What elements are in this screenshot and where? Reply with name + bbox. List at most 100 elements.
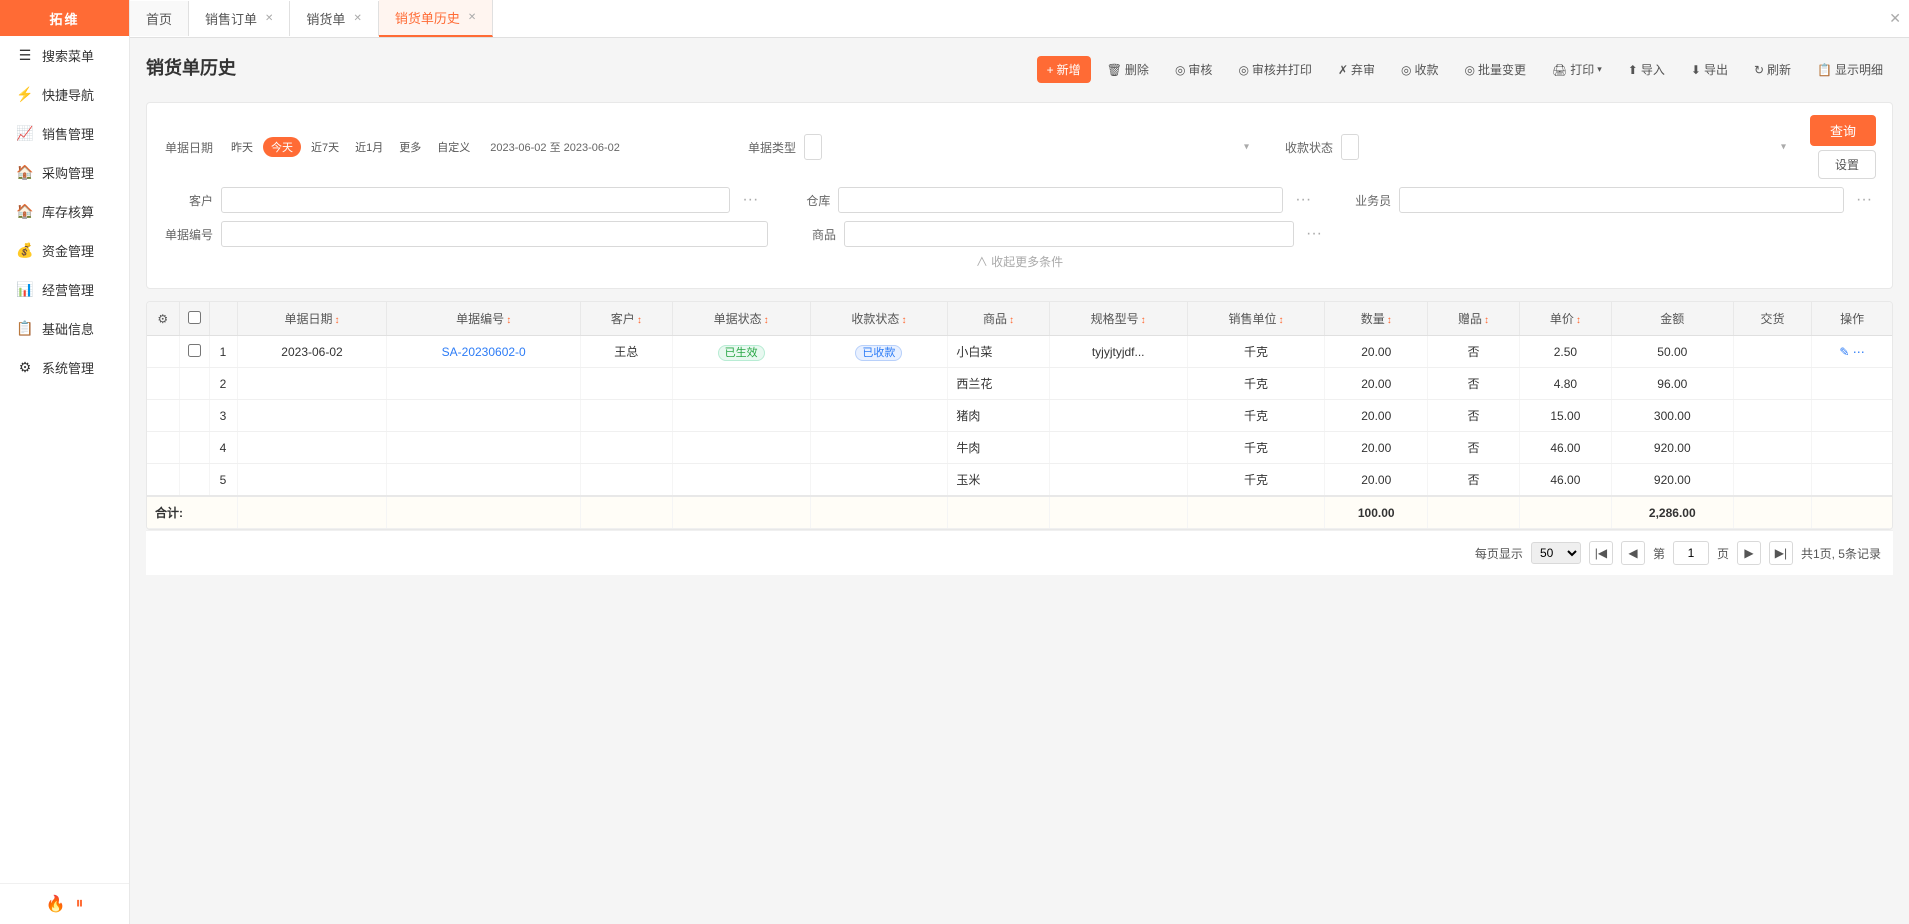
- row-checkbox[interactable]: [188, 344, 201, 357]
- sidebar-item-sales-mgmt[interactable]: 📈 销售管理: [0, 114, 129, 153]
- goods-input[interactable]: [844, 221, 1294, 247]
- date-btn-today[interactable]: 今天: [263, 137, 301, 157]
- add-button[interactable]: + 新增: [1037, 56, 1091, 83]
- th-rownum: [209, 302, 237, 336]
- th-price[interactable]: 单价↕: [1519, 302, 1611, 336]
- edit-btn[interactable]: ✎: [1839, 345, 1849, 359]
- filter-section: 单据日期 昨天 今天 近7天 近1月 更多 自定义 2023-06-02 至 2…: [146, 102, 1893, 289]
- td-price: 4.80: [1519, 368, 1611, 400]
- doc-no-link[interactable]: SA-20230602-0: [442, 345, 526, 359]
- refresh-icon: ↻: [1754, 63, 1764, 77]
- tab-sales-history[interactable]: 销货单历史 ✕: [379, 0, 493, 37]
- th-qty[interactable]: 数量↕: [1325, 302, 1428, 336]
- th-docstatus[interactable]: 单据状态↕: [672, 302, 810, 336]
- th-spec[interactable]: 规格型号↕: [1049, 302, 1187, 336]
- review-print-button[interactable]: ◎ 审核并打印: [1228, 56, 1322, 83]
- customer-input[interactable]: [221, 187, 730, 213]
- close-all-tabs-icon[interactable]: ✕: [1889, 10, 1901, 27]
- td-date: [237, 400, 387, 432]
- customer-dots[interactable]: ···: [738, 192, 762, 208]
- date-btn-1month[interactable]: 近1月: [349, 137, 389, 157]
- sidebar-bottom-left-icon[interactable]: 🔥: [46, 894, 66, 914]
- doc-no-input[interactable]: [221, 221, 768, 247]
- review-button[interactable]: ◎ 审核: [1165, 56, 1223, 83]
- print-button[interactable]: 🖨 打印 ▾: [1542, 56, 1612, 83]
- th-docno[interactable]: 单据编号↕: [387, 302, 580, 336]
- sidebar-item-search-menu[interactable]: ☰ 搜索菜单: [0, 36, 129, 75]
- per-page-select[interactable]: 50 100 200: [1531, 542, 1581, 564]
- sales-person-dots[interactable]: ···: [1852, 192, 1876, 208]
- td-docno: [387, 432, 580, 464]
- import-button[interactable]: ⬆ 导入: [1618, 56, 1675, 83]
- tab-sales-goods-close[interactable]: ✕: [353, 13, 361, 24]
- next-page-btn[interactable]: ▶: [1737, 541, 1761, 565]
- import-label: 导入: [1641, 61, 1665, 78]
- sidebar-item-ops-mgmt[interactable]: 📊 经营管理: [0, 270, 129, 309]
- th-unit[interactable]: 销售单位↕: [1187, 302, 1325, 336]
- set-button[interactable]: 设置: [1818, 150, 1876, 179]
- more-btn[interactable]: ⋯: [1853, 345, 1865, 359]
- export-button[interactable]: ⬇ 导出: [1681, 56, 1738, 83]
- discard-button[interactable]: ✗ 弃审: [1328, 56, 1385, 83]
- sidebar-item-label: 基础信息: [42, 319, 94, 338]
- th-customer[interactable]: 客户↕: [580, 302, 672, 336]
- delete-button[interactable]: 🗑 删除: [1097, 56, 1159, 83]
- prev-page-btn[interactable]: ◀: [1621, 541, 1645, 565]
- th-gift[interactable]: 赠品↕: [1428, 302, 1520, 336]
- inventory-icon: 🏠: [16, 203, 34, 220]
- collect-button[interactable]: ◎ 收款: [1391, 56, 1449, 83]
- sidebar-bottom-right-icon[interactable]: ⏸: [75, 895, 83, 913]
- td-transaction: [1733, 336, 1811, 368]
- th-collectstatus[interactable]: 收款状态↕: [810, 302, 948, 336]
- tab-sales-history-close[interactable]: ✕: [468, 12, 476, 23]
- td-unit: 千克: [1187, 464, 1325, 497]
- toolbar: + 新增 🗑 删除 ◎ 审核 ◎ 审核并打印 ✗ 弃审: [1037, 56, 1893, 83]
- tab-sales-order[interactable]: 销售订单 ✕: [189, 1, 290, 36]
- tab-sales-goods[interactable]: 销货单 ✕: [290, 1, 378, 36]
- first-page-btn[interactable]: |◀: [1589, 541, 1613, 565]
- collect-status-label: 收款状态: [1273, 139, 1333, 156]
- collapse-more-conditions[interactable]: ∧ 收起更多条件: [163, 247, 1876, 276]
- query-button[interactable]: 查询: [1810, 115, 1876, 146]
- sales-person-label: 业务员: [1331, 192, 1391, 209]
- date-btn-7days[interactable]: 近7天: [305, 137, 345, 157]
- td-unit: 千克: [1187, 368, 1325, 400]
- sidebar-item-sys-mgmt[interactable]: ⚙ 系统管理: [0, 348, 129, 387]
- page-suffix: 页: [1717, 545, 1729, 562]
- table-row: 5 玉米 千克 20.00 否 46.00 920.00: [147, 464, 1892, 497]
- date-btn-yesterday[interactable]: 昨天: [225, 137, 259, 157]
- th-date[interactable]: 单据日期↕: [237, 302, 387, 336]
- th-gear[interactable]: ⚙: [147, 302, 179, 336]
- select-all-checkbox[interactable]: [188, 311, 201, 324]
- summary-total-qty: 100.00: [1358, 506, 1395, 520]
- sidebar-item-basic-info[interactable]: 📋 基础信息: [0, 309, 129, 348]
- warehouse-dots[interactable]: ···: [1291, 192, 1315, 208]
- th-goods[interactable]: 商品↕: [948, 302, 1049, 336]
- tab-sales-order-close[interactable]: ✕: [265, 13, 273, 24]
- page-input[interactable]: [1673, 541, 1709, 565]
- sidebar-item-purchase-mgmt[interactable]: 🏠 采购管理: [0, 153, 129, 192]
- sales-person-input[interactable]: [1399, 187, 1844, 213]
- sidebar-item-inventory[interactable]: 🏠 库存核算: [0, 192, 129, 231]
- date-btn-custom[interactable]: 自定义: [431, 137, 476, 157]
- sidebar-item-finance[interactable]: 💰 资金管理: [0, 231, 129, 270]
- total-info: 共1页, 5条记录: [1801, 545, 1881, 562]
- sidebar-item-quick-nav[interactable]: ⚡ 快捷导航: [0, 75, 129, 114]
- doc-type-select[interactable]: [804, 134, 822, 160]
- goods-dots[interactable]: ···: [1302, 226, 1326, 242]
- td-goods: 猪肉: [948, 400, 1049, 432]
- export-icon: ⬇: [1691, 63, 1701, 77]
- date-btn-more[interactable]: 更多: [393, 137, 427, 157]
- refresh-button[interactable]: ↻ 刷新: [1744, 56, 1801, 83]
- td-gift: 否: [1428, 336, 1520, 368]
- last-page-btn[interactable]: ▶|: [1769, 541, 1793, 565]
- sys-mgmt-icon: ⚙: [16, 359, 34, 376]
- collect-status-select[interactable]: [1341, 134, 1359, 160]
- tab-home[interactable]: 首页: [130, 1, 189, 36]
- warehouse-input[interactable]: [838, 187, 1283, 213]
- show-detail-button[interactable]: 📋 显示明细: [1807, 56, 1893, 83]
- td-goods: 牛肉: [948, 432, 1049, 464]
- batch-change-button[interactable]: ◎ 批量变更: [1455, 56, 1537, 83]
- td-rownum: 5: [209, 464, 237, 497]
- td-rownum: 4: [209, 432, 237, 464]
